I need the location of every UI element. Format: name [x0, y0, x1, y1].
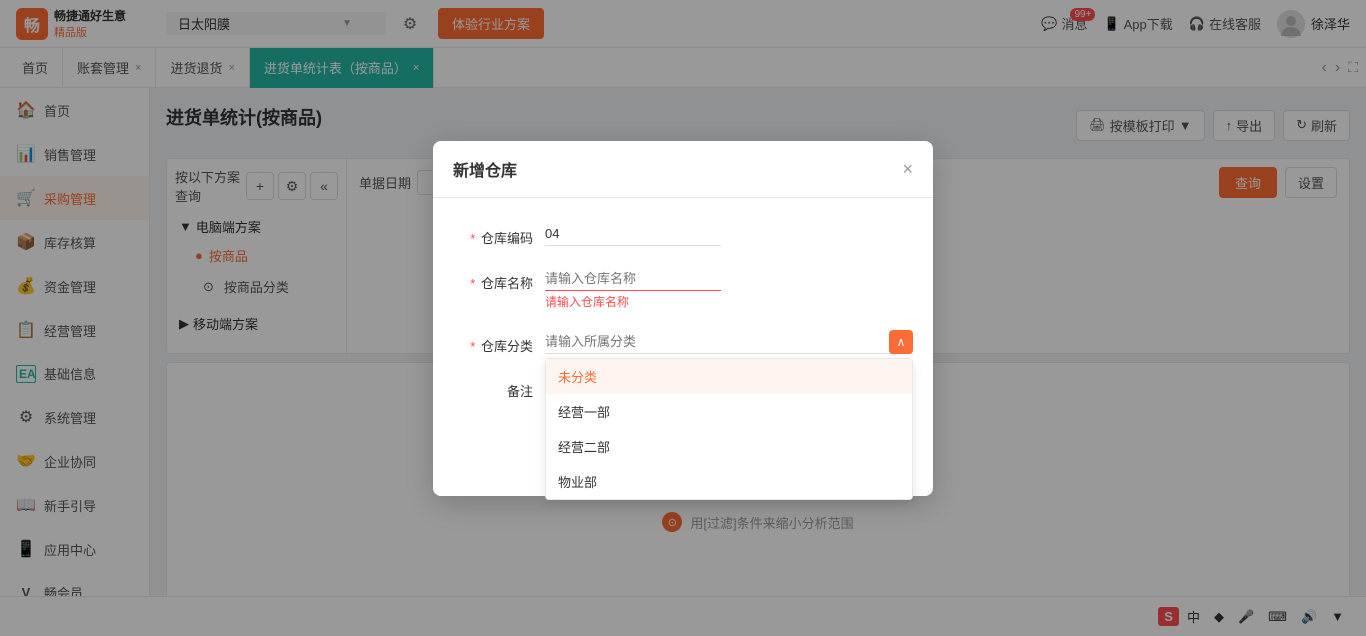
dialog-new-warehouse: 新增仓库 × * 仓库编码 * 仓库名称: [433, 141, 933, 496]
dialog-header: 新增仓库 ×: [433, 141, 933, 198]
dialog-title: 新增仓库: [453, 157, 517, 181]
category-label: * 仓库分类: [453, 330, 533, 355]
category-input[interactable]: [545, 330, 913, 354]
dropdown-item-ops2[interactable]: 经营二部: [546, 429, 912, 464]
required-mark: *: [470, 231, 475, 246]
code-label: * 仓库编码: [453, 222, 533, 247]
code-field-wrap: [545, 222, 913, 246]
required-mark-name: *: [470, 276, 475, 291]
form-row-name: * 仓库名称 请输入仓库名称: [453, 267, 913, 310]
required-mark-cat: *: [470, 339, 475, 354]
name-input[interactable]: [545, 267, 721, 291]
name-error-msg: 请输入仓库名称: [545, 293, 913, 310]
code-input[interactable]: [545, 222, 721, 246]
dialog-body: * 仓库编码 * 仓库名称 请输入仓库名称: [433, 198, 933, 436]
dropdown-item-ops1[interactable]: 经营一部: [546, 394, 912, 429]
category-dropdown-button[interactable]: ∧: [889, 330, 913, 354]
name-label: * 仓库名称: [453, 267, 533, 292]
dialog-overlay: 新增仓库 × * 仓库编码 * 仓库名称: [0, 0, 1366, 636]
category-dropdown-list: 未分类 经营一部 经营二部 物业部: [545, 358, 913, 500]
dropdown-item-unclassified[interactable]: 未分类: [546, 359, 912, 394]
category-field-wrap: ∧ 未分类 经营一部 经营二部 物业部: [545, 330, 913, 354]
form-row-code: * 仓库编码: [453, 222, 913, 247]
dialog-close-button[interactable]: ×: [902, 160, 913, 178]
note-label: 备注: [453, 375, 533, 400]
name-field-wrap: 请输入仓库名称: [545, 267, 913, 310]
dropdown-item-property[interactable]: 物业部: [546, 464, 912, 499]
form-row-category: * 仓库分类 ∧ 未分类 经营一部 经营二部: [453, 330, 913, 355]
